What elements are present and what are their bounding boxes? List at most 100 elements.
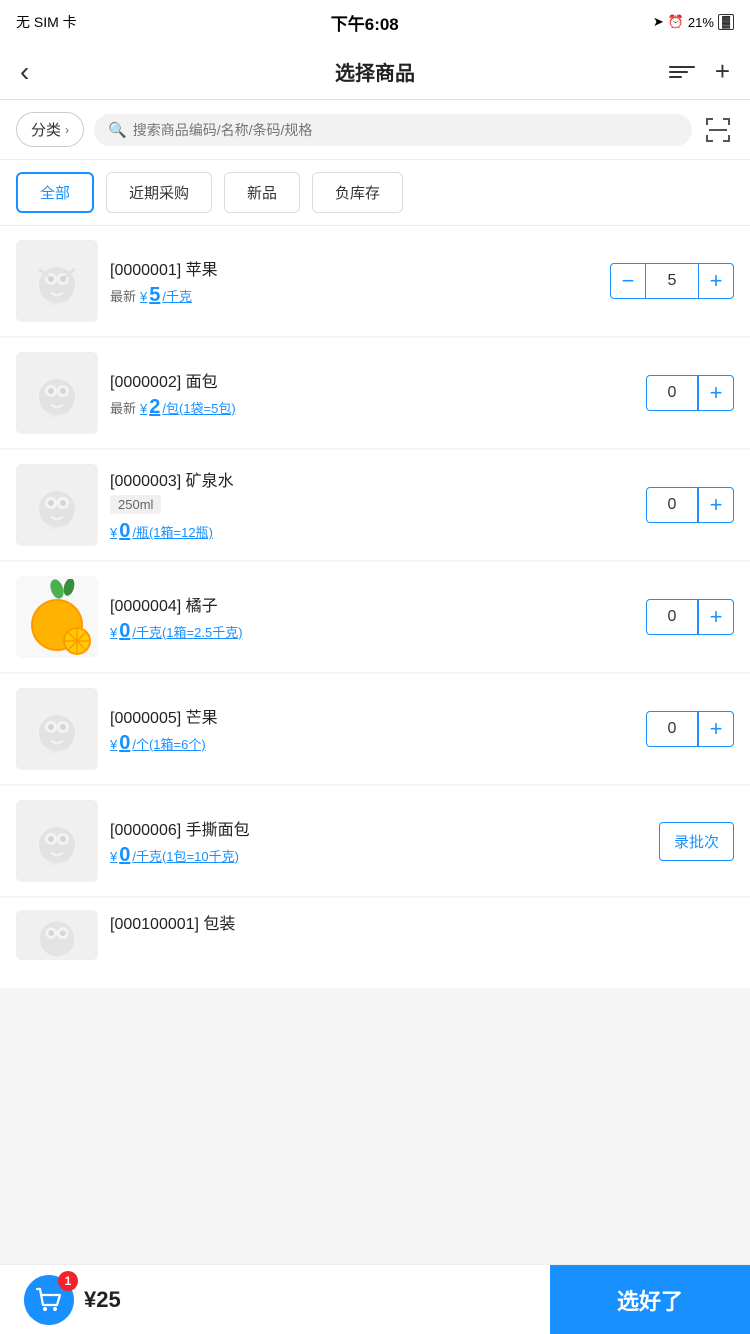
quantity-control: + (646, 711, 734, 747)
quantity-increase-button[interactable]: + (698, 599, 734, 635)
product-info: [0000004] 橘子 ¥ 0 /千克(1箱=2.5千克) (110, 592, 634, 643)
product-price: ¥ 0 /千克(1包=10千克) (110, 844, 647, 867)
product-name: [0000001] 苹果 (110, 256, 598, 280)
price-unit: /千克(1包=10千克) (132, 846, 239, 865)
currency-icon: ¥ (110, 849, 117, 864)
quantity-input[interactable] (646, 487, 698, 523)
product-thumbnail: 智十 (16, 464, 98, 546)
product-info: [0000005] 芒果 ¥ 0 /个(1箱=6个) (110, 704, 634, 755)
status-right: ➤ ⏰ 21% ▓ (653, 14, 734, 30)
product-name: [0000005] 芒果 (110, 704, 634, 728)
tab-all[interactable]: 全部 (16, 172, 94, 213)
table-row: [0000004] 橘子 ¥ 0 /千克(1箱=2.5千克) + (0, 562, 750, 672)
currency-icon: ¥ (140, 289, 147, 304)
quantity-input[interactable] (646, 711, 698, 747)
product-info: [0000002] 面包 最新 ¥ 2 /包(1袋=5包) (110, 368, 634, 419)
product-price: 最新 ¥ 2 /包(1袋=5包) (110, 396, 634, 419)
owl-logo-icon: 智十 (27, 475, 87, 535)
svg-text:智十: 智十 (49, 855, 69, 867)
bottom-bar: 1 ¥25 选好了 (0, 1264, 750, 1334)
cart-icon-button[interactable]: 1 (24, 1275, 74, 1325)
scan-barcode-icon[interactable] (702, 114, 734, 146)
status-left: 无 SIM 卡 (16, 12, 77, 32)
table-row: 智十 [0000003] 矿泉水 250ml ¥ 0 /瓶(1箱=12瓶) + (0, 450, 750, 560)
quantity-increase-button[interactable]: + (698, 487, 734, 523)
quantity-increase-button[interactable]: + (698, 263, 734, 299)
price-amount: 5 (149, 284, 160, 307)
search-input-wrap: 🔍 (94, 114, 692, 146)
product-thumbnail (16, 576, 98, 658)
tab-new[interactable]: 新品 (224, 172, 300, 213)
owl-logo-icon: 智十 (27, 251, 87, 311)
svg-text:智十: 智十 (49, 407, 69, 419)
product-price: ¥ 0 /千克(1箱=2.5千克) (110, 620, 634, 643)
svg-text:智十: 智十 (49, 743, 69, 755)
category-label: 分类 (31, 119, 61, 140)
chevron-right-icon: › (65, 123, 69, 137)
product-price: ¥ 0 /个(1箱=6个) (110, 732, 634, 755)
add-product-button[interactable]: + (715, 56, 730, 87)
product-info: [000100001] 包装 (110, 910, 734, 938)
quantity-input[interactable] (646, 263, 698, 299)
price-label: 最新 (110, 398, 136, 417)
currency-icon: ¥ (110, 737, 117, 752)
page-title: 选择商品 (335, 57, 415, 86)
back-button[interactable]: ‹ (20, 56, 29, 88)
product-list: 智十 [0000001] 苹果 最新 ¥ 5 /千克 − + (0, 226, 750, 988)
quantity-control: + (646, 599, 734, 635)
table-row: 智十 [0000001] 苹果 最新 ¥ 5 /千克 − + (0, 226, 750, 336)
product-name: [0000002] 面包 (110, 368, 634, 392)
quantity-control: − + (610, 263, 734, 299)
product-thumbnail: 智十 (16, 352, 98, 434)
tab-recent[interactable]: 近期采购 (106, 172, 212, 213)
product-name: [0000004] 橘子 (110, 592, 634, 616)
product-price: 最新 ¥ 5 /千克 (110, 284, 598, 307)
status-bar: 无 SIM 卡 下午6:08 ➤ ⏰ 21% ▓ (0, 0, 750, 44)
quantity-increase-button[interactable]: + (698, 375, 734, 411)
owl-logo-icon: 智十 (27, 699, 87, 759)
price-unit: /包(1袋=5包) (162, 398, 235, 417)
price-label: 最新 (110, 286, 136, 305)
batch-record-button[interactable]: 录批次 (659, 822, 734, 861)
price-unit: /千克(1箱=2.5千克) (132, 622, 242, 641)
filter-tabs: 全部 近期采购 新品 负库存 (0, 160, 750, 226)
quantity-input[interactable] (646, 599, 698, 635)
svg-text:智十: 智十 (49, 519, 69, 531)
product-thumbnail: 智十 (16, 688, 98, 770)
quantity-control: + (646, 375, 734, 411)
product-name: [0000006] 手撕面包 (110, 816, 647, 840)
table-row: 智十 [0000002] 面包 最新 ¥ 2 /包(1袋=5包) + (0, 338, 750, 448)
quantity-input[interactable] (646, 375, 698, 411)
battery-icon: ▓ (718, 14, 734, 30)
confirm-button[interactable]: 选好了 (550, 1265, 750, 1334)
price-amount: 0 (119, 844, 130, 867)
currency-icon: ¥ (110, 625, 117, 640)
quantity-increase-button[interactable]: + (698, 711, 734, 747)
quantity-control: 录批次 (659, 822, 734, 861)
tab-negative[interactable]: 负库存 (312, 172, 403, 213)
price-unit: /瓶(1箱=12瓶) (132, 522, 213, 541)
quantity-control: + (646, 487, 734, 523)
svg-text:智十: 智十 (49, 295, 69, 307)
location-icon: ➤ (653, 14, 664, 30)
product-thumbnail: 智十 (16, 240, 98, 322)
owl-logo-icon: 智十 (27, 811, 87, 871)
search-input[interactable] (133, 122, 678, 138)
cart-area: 1 ¥25 (0, 1275, 550, 1325)
category-button[interactable]: 分类 › (16, 112, 84, 147)
quantity-decrease-button[interactable]: − (610, 263, 646, 299)
table-row: 智十 [0000005] 芒果 ¥ 0 /个(1箱=6个) + (0, 674, 750, 784)
product-info: [0000003] 矿泉水 250ml ¥ 0 /瓶(1箱=12瓶) (110, 467, 634, 543)
product-info: [0000001] 苹果 最新 ¥ 5 /千克 (110, 256, 598, 307)
filter-icon[interactable] (669, 66, 695, 78)
owl-logo-icon: 智十 (27, 363, 87, 423)
currency-icon: ¥ (140, 401, 147, 416)
alarm-icon: ⏰ (668, 14, 684, 30)
price-amount: 0 (119, 620, 130, 643)
product-name: [0000003] 矿泉水 (110, 467, 634, 491)
product-thumbnail (16, 910, 98, 960)
price-amount: 0 (119, 520, 130, 543)
search-bar-section: 分类 › 🔍 (0, 100, 750, 160)
nav-bar: ‹ 选择商品 + (0, 44, 750, 100)
status-time: 下午6:08 (331, 10, 399, 35)
